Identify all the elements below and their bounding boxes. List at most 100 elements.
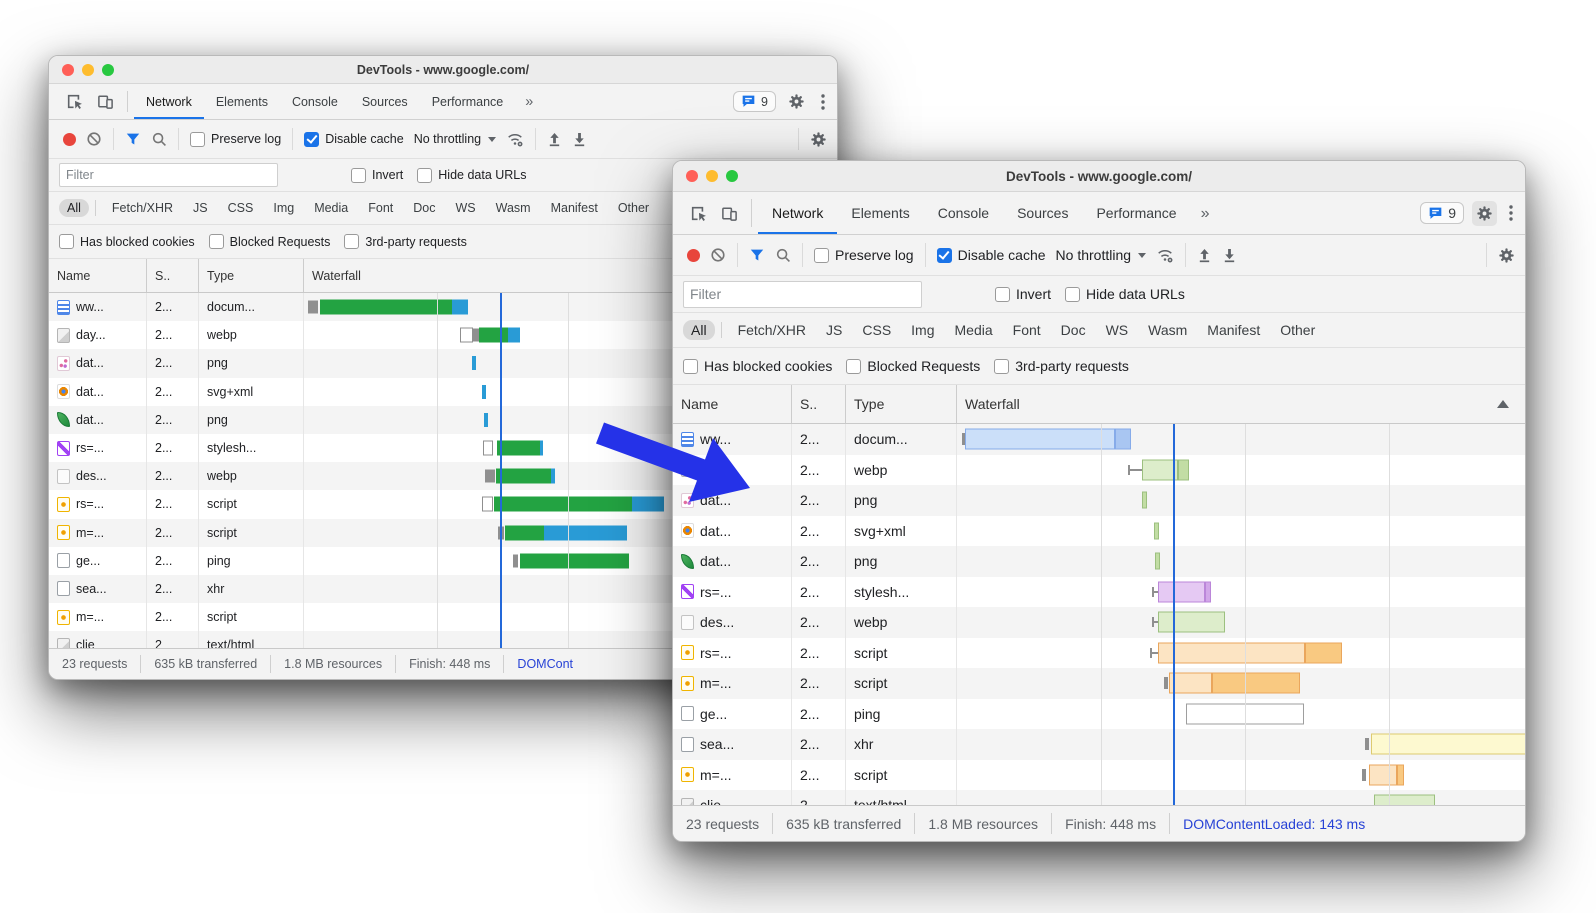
import-har-icon[interactable] xyxy=(547,132,562,147)
request-row[interactable]: rs=...2...stylesh... xyxy=(673,577,1525,608)
device-toolbar-icon[interactable] xyxy=(714,192,745,234)
export-har-icon[interactable] xyxy=(572,132,587,147)
type-filter-ws[interactable]: WS xyxy=(1098,320,1137,340)
kebab-menu-icon[interactable] xyxy=(817,94,829,110)
column-header-type[interactable]: Type xyxy=(846,385,957,423)
tab-console[interactable]: Console xyxy=(280,84,350,119)
checkbox-unchecked[interactable] xyxy=(190,132,205,147)
tab-console[interactable]: Console xyxy=(924,192,1003,234)
type-filter-font[interactable]: Font xyxy=(1005,320,1049,340)
issues-button[interactable]: 9 xyxy=(733,91,776,112)
invert-checkbox[interactable]: Invert xyxy=(351,168,403,183)
network-conditions-icon[interactable] xyxy=(506,130,524,148)
checkbox-checked[interactable] xyxy=(304,132,319,147)
request-row[interactable]: dat...2...svg+xml xyxy=(673,516,1525,547)
checkbox-unchecked[interactable] xyxy=(846,359,861,374)
search-icon[interactable] xyxy=(775,247,791,263)
tab-sources[interactable]: Sources xyxy=(1003,192,1082,234)
blocked-requests-checkbox[interactable]: Blocked Requests xyxy=(846,358,980,374)
network-conditions-icon[interactable] xyxy=(1156,246,1174,264)
type-filter-doc[interactable]: Doc xyxy=(1053,320,1094,340)
checkbox-unchecked[interactable] xyxy=(1065,287,1080,302)
request-row[interactable]: day...2...webp xyxy=(673,455,1525,486)
more-tabs-button[interactable]: » xyxy=(1191,192,1220,234)
checkbox-unchecked[interactable] xyxy=(351,168,366,183)
inspect-element-icon[interactable] xyxy=(59,84,90,119)
checkbox-unchecked[interactable] xyxy=(994,359,1009,374)
has-blocked-cookies-checkbox[interactable]: Has blocked cookies xyxy=(59,234,195,249)
request-row[interactable]: m=...2...script xyxy=(673,668,1525,699)
type-filter-js[interactable]: JS xyxy=(185,199,216,217)
throttling-dropdown[interactable]: No throttling xyxy=(414,132,496,146)
checkbox-unchecked[interactable] xyxy=(59,234,74,249)
column-header-waterfall[interactable]: Waterfall xyxy=(957,385,1525,423)
filter-input[interactable] xyxy=(59,163,278,187)
type-filter-js[interactable]: JS xyxy=(818,320,850,340)
type-filter-all[interactable]: All xyxy=(59,199,89,217)
checkbox-unchecked[interactable] xyxy=(814,248,829,263)
settings-button[interactable] xyxy=(1472,201,1497,226)
column-header-name[interactable]: Name xyxy=(49,259,147,292)
zoom-window-button[interactable] xyxy=(726,170,738,182)
network-settings-gear-icon[interactable] xyxy=(1498,247,1515,264)
type-filter-fetch-xhr[interactable]: Fetch/XHR xyxy=(730,320,814,340)
issues-button[interactable]: 9 xyxy=(1420,202,1464,224)
type-filter-media[interactable]: Media xyxy=(306,199,356,217)
export-har-icon[interactable] xyxy=(1222,248,1237,263)
clear-network-log-icon[interactable] xyxy=(86,131,102,147)
close-window-button[interactable] xyxy=(62,64,74,76)
tab-performance[interactable]: Performance xyxy=(1082,192,1190,234)
window-titlebar[interactable]: DevTools - www.google.com/ xyxy=(49,56,837,84)
request-row[interactable]: sea...2...xhr xyxy=(673,729,1525,760)
settings-button[interactable] xyxy=(784,89,809,114)
zoom-window-button[interactable] xyxy=(102,64,114,76)
blocked-requests-checkbox[interactable]: Blocked Requests xyxy=(209,234,331,249)
search-icon[interactable] xyxy=(151,131,167,147)
request-row[interactable]: dat...2...png xyxy=(673,546,1525,577)
device-toolbar-icon[interactable] xyxy=(90,84,121,119)
disable-cache-checkbox[interactable]: Disable cache xyxy=(937,247,1046,263)
request-row[interactable]: ww...2...docum... xyxy=(673,424,1525,455)
network-settings-gear-icon[interactable] xyxy=(810,131,827,148)
tab-network[interactable]: Network xyxy=(758,192,837,234)
type-filter-img[interactable]: Img xyxy=(265,199,302,217)
hide-data-urls-checkbox[interactable]: Hide data URLs xyxy=(1065,286,1185,302)
3rd-party-requests-checkbox[interactable]: 3rd-party requests xyxy=(344,234,466,249)
filter-funnel-icon[interactable] xyxy=(749,247,765,263)
preserve-log-checkbox[interactable]: Preserve log xyxy=(190,132,281,147)
tab-elements[interactable]: Elements xyxy=(204,84,280,119)
request-row[interactable]: rs=...2...script xyxy=(673,638,1525,669)
tab-sources[interactable]: Sources xyxy=(350,84,420,119)
minimize-window-button[interactable] xyxy=(82,64,94,76)
type-filter-other[interactable]: Other xyxy=(1272,320,1323,340)
type-filter-wasm[interactable]: Wasm xyxy=(1140,320,1195,340)
kebab-menu-icon[interactable] xyxy=(1505,205,1517,221)
disable-cache-checkbox[interactable]: Disable cache xyxy=(304,132,404,147)
hide-data-urls-checkbox[interactable]: Hide data URLs xyxy=(417,168,526,183)
3rd-party-requests-checkbox[interactable]: 3rd-party requests xyxy=(994,358,1129,374)
record-network-log-button[interactable] xyxy=(63,133,76,146)
type-filter-fetch-xhr[interactable]: Fetch/XHR xyxy=(104,199,181,217)
filter-funnel-icon[interactable] xyxy=(125,131,141,147)
type-filter-ws[interactable]: WS xyxy=(447,199,483,217)
type-filter-font[interactable]: Font xyxy=(360,199,401,217)
checkbox-unchecked[interactable] xyxy=(995,287,1010,302)
column-header-status[interactable]: S.. xyxy=(792,385,846,423)
preserve-log-checkbox[interactable]: Preserve log xyxy=(814,247,914,263)
more-tabs-button[interactable]: » xyxy=(515,84,543,119)
type-filter-doc[interactable]: Doc xyxy=(405,199,443,217)
type-filter-img[interactable]: Img xyxy=(903,320,942,340)
checkbox-unchecked[interactable] xyxy=(344,234,359,249)
invert-checkbox[interactable]: Invert xyxy=(995,286,1051,302)
tab-elements[interactable]: Elements xyxy=(837,192,923,234)
request-row[interactable]: dat...2...png xyxy=(673,485,1525,516)
column-header-name[interactable]: Name xyxy=(673,385,792,423)
type-filter-media[interactable]: Media xyxy=(947,320,1001,340)
type-filter-wasm[interactable]: Wasm xyxy=(488,199,539,217)
type-filter-css[interactable]: CSS xyxy=(854,320,899,340)
inspect-element-icon[interactable] xyxy=(683,192,714,234)
minimize-window-button[interactable] xyxy=(706,170,718,182)
record-network-log-button[interactable] xyxy=(687,249,700,262)
column-header-type[interactable]: Type xyxy=(199,259,304,292)
close-window-button[interactable] xyxy=(686,170,698,182)
